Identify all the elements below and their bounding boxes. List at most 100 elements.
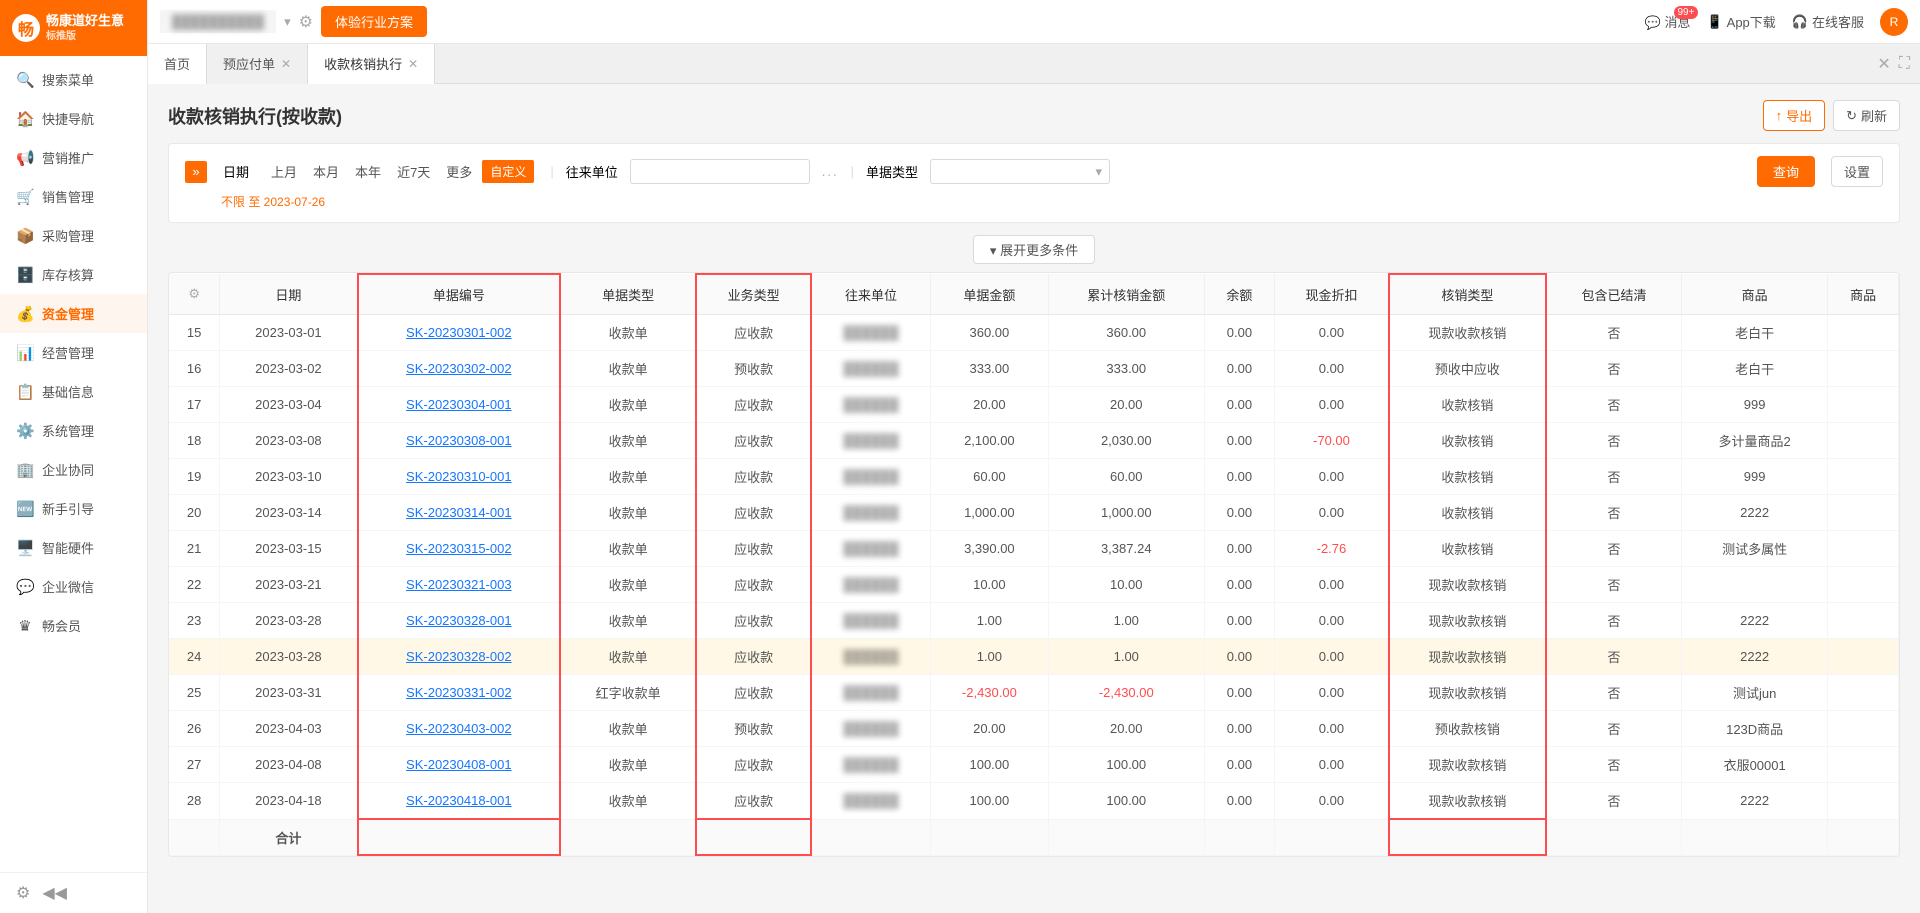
cell-doc-no[interactable]: SK-20230315-002: [358, 531, 561, 567]
date-7days[interactable]: 近7天: [391, 160, 436, 183]
cell-cash-disc: 0.00: [1275, 387, 1389, 423]
cell-date: 2023-03-28: [220, 639, 358, 675]
date-this-year[interactable]: 本年: [349, 160, 387, 183]
topbar-gear-icon[interactable]: ⚙: [299, 12, 313, 32]
settings-button[interactable]: 设置: [1831, 156, 1883, 187]
cell-cash-disc: 0.00: [1275, 567, 1389, 603]
sidebar-item-basic[interactable]: 📋 基础信息: [0, 372, 147, 411]
export-icon: ↑: [1776, 108, 1783, 123]
cell-write-off: -2,430.00: [1048, 675, 1204, 711]
partner-input[interactable]: [630, 159, 810, 184]
cell-cash-disc: 0.00: [1275, 639, 1389, 675]
finance-icon: 💰: [16, 305, 34, 323]
user-avatar[interactable]: R: [1880, 8, 1908, 36]
cell-doc-no[interactable]: SK-20230403-002: [358, 711, 561, 747]
cell-doc-no[interactable]: SK-20230408-001: [358, 747, 561, 783]
refresh-button[interactable]: ↻ 刷新: [1833, 100, 1900, 131]
sidebar-item-quick[interactable]: 🏠 快捷导航: [0, 99, 147, 138]
date-custom-button[interactable]: 自定义: [482, 160, 534, 183]
cell-amount: 3,390.00: [930, 531, 1048, 567]
cell-biz-type: 应收款: [696, 783, 811, 820]
cell-doc-type: 收款单: [560, 747, 696, 783]
cell-doc-no[interactable]: SK-20230328-002: [358, 639, 561, 675]
sidebar-item-inventory[interactable]: 🗄️ 库存核算: [0, 255, 147, 294]
expand-more-area: ▾ 展开更多条件: [168, 235, 1900, 264]
expand-button[interactable]: ▾ 展开更多条件: [973, 235, 1095, 264]
cell-product1: 999: [1681, 387, 1827, 423]
cell-doc-no[interactable]: SK-20230331-002: [358, 675, 561, 711]
cell-product2: [1828, 351, 1899, 387]
sidebar-item-sales[interactable]: 🛒 销售管理: [0, 177, 147, 216]
sidebar-bottom: ⚙ ◀◀: [0, 872, 147, 913]
table-scroll[interactable]: ⚙ 日期 单据编号 单据类型 业务类型 往来单位 单据金额 累计核销金额 余额 …: [169, 273, 1899, 856]
cell-partner: ██████: [811, 531, 930, 567]
sidebar-item-operation[interactable]: 📊 经营管理: [0, 333, 147, 372]
cell-cash-disc: 0.00: [1275, 315, 1389, 351]
tab-home[interactable]: 首页: [148, 44, 207, 84]
cell-doc-no[interactable]: SK-20230304-001: [358, 387, 561, 423]
table-row: 152023-03-01SK-20230301-002收款单应收款██████3…: [169, 315, 1899, 351]
tab-prepay[interactable]: 预应付单 ✕: [207, 44, 308, 84]
cell-no: 21: [169, 531, 220, 567]
cell-amount: 10.00: [930, 567, 1048, 603]
collapse-icon[interactable]: ◀◀: [42, 883, 67, 903]
cell-doc-no[interactable]: SK-20230302-002: [358, 351, 561, 387]
sidebar-item-purchase[interactable]: 📦 采购管理: [0, 216, 147, 255]
close-all-icon[interactable]: ✕: [1877, 54, 1890, 74]
cell-doc-no[interactable]: SK-20230301-002: [358, 315, 561, 351]
sidebar-item-hardware[interactable]: 🖥️ 智能硬件: [0, 528, 147, 567]
cell-partner: ██████: [811, 603, 930, 639]
online-service-button[interactable]: 🎧 在线客服: [1792, 12, 1864, 31]
cell-doc-no[interactable]: SK-20230328-001: [358, 603, 561, 639]
tab-collect[interactable]: 收款核销执行 ✕: [308, 44, 435, 84]
settings-icon[interactable]: ⚙: [16, 883, 30, 903]
cell-date: 2023-03-10: [220, 459, 358, 495]
query-button[interactable]: 查询: [1757, 156, 1815, 187]
app-download-button[interactable]: 📱 App下载: [1706, 12, 1775, 31]
cell-doc-no[interactable]: SK-20230418-001: [358, 783, 561, 820]
cell-no: 26: [169, 711, 220, 747]
sidebar-item-system[interactable]: ⚙️ 系统管理: [0, 411, 147, 450]
cell-doc-no[interactable]: SK-20230314-001: [358, 495, 561, 531]
cell-write-off: 333.00: [1048, 351, 1204, 387]
solution-button[interactable]: 体验行业方案: [321, 6, 427, 37]
cell-write-type: 现款收款核销: [1389, 315, 1546, 351]
th-doc-type: 单据类型: [560, 274, 696, 315]
export-button[interactable]: ↑ 导出: [1763, 100, 1826, 131]
sidebar-item-guide[interactable]: 🆕 新手引导: [0, 489, 147, 528]
filter-toggle-button[interactable]: »: [185, 161, 207, 183]
date-last-month[interactable]: 上月: [265, 160, 303, 183]
cell-doc-no[interactable]: SK-20230308-001: [358, 423, 561, 459]
sidebar-item-wechat[interactable]: 💬 企业微信: [0, 567, 147, 606]
cell-include: 否: [1546, 387, 1681, 423]
cell-doc-no[interactable]: SK-20230321-003: [358, 567, 561, 603]
sidebar-item-marketing[interactable]: 📢 营销推广: [0, 138, 147, 177]
th-settings[interactable]: ⚙: [169, 274, 220, 315]
page-actions: ↑ 导出 ↻ 刷新: [1763, 100, 1900, 131]
separator-1: |: [550, 164, 553, 179]
more-dots[interactable]: ...: [822, 164, 839, 179]
maximize-icon[interactable]: ⛶: [1899, 55, 1910, 73]
box-icon: 📦: [16, 227, 34, 245]
cell-no: 18: [169, 423, 220, 459]
sidebar-item-search[interactable]: 🔍 搜索菜单: [0, 60, 147, 99]
total-cell: [1681, 819, 1827, 855]
th-cash-disc: 现金折扣: [1275, 274, 1389, 315]
tab-home-label: 首页: [164, 54, 190, 73]
date-more[interactable]: 更多: [440, 160, 478, 183]
cell-balance: 0.00: [1204, 783, 1275, 820]
cell-date: 2023-04-18: [220, 783, 358, 820]
sidebar-item-member[interactable]: ♛ 畅会员: [0, 606, 147, 645]
sidebar-item-corp[interactable]: 🏢 企业协同: [0, 450, 147, 489]
tab-prepay-close-icon[interactable]: ✕: [281, 57, 291, 71]
doc-type-select[interactable]: 收款单 红字收款单: [930, 159, 1110, 184]
chevron-down-icon[interactable]: ▾: [284, 14, 291, 30]
cell-amount: 100.00: [930, 783, 1048, 820]
cell-write-type: 现款收款核销: [1389, 675, 1546, 711]
messages-button[interactable]: 💬 消息 99+: [1645, 12, 1691, 31]
date-this-month[interactable]: 本月: [307, 160, 345, 183]
cell-write-type: 收款核销: [1389, 459, 1546, 495]
cell-doc-no[interactable]: SK-20230310-001: [358, 459, 561, 495]
sidebar-item-finance[interactable]: 💰 资金管理: [0, 294, 147, 333]
tab-collect-close-icon[interactable]: ✕: [408, 57, 418, 71]
